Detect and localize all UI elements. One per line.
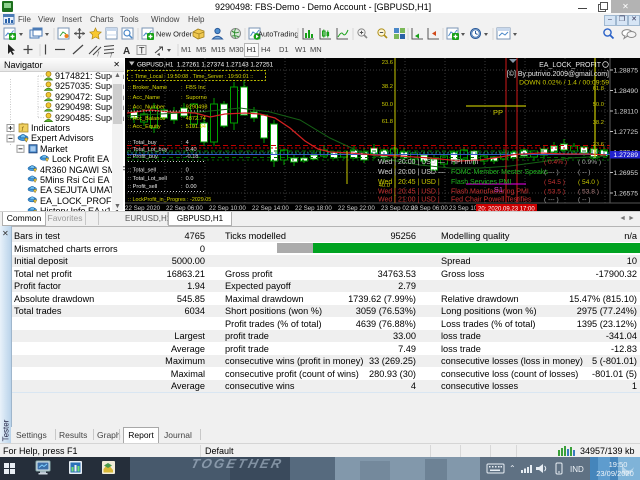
svg-text:40.0: 40.0 xyxy=(379,183,390,189)
svg-text:A: A xyxy=(123,46,130,57)
svg-text:: 4: : 4 xyxy=(181,140,189,146)
svg-text:( 0.9% ): ( 0.9% ) xyxy=(578,159,601,166)
svg-text:1.27289: 1.27289 xyxy=(613,152,638,159)
svg-text:PP: PP xyxy=(493,108,503,117)
svg-text::: Total_buy: :: Total_buy xyxy=(128,140,157,146)
svg-text:1.26955: 1.26955 xyxy=(613,170,638,177)
svg-text:Wed | 20:45 | USD |: Wed | 20:45 | USD | xyxy=(378,189,440,196)
svg-text:( --- ): ( --- ) xyxy=(544,197,559,204)
svg-text:23.6: 23.6 xyxy=(382,60,393,66)
svg-text:: FBS Inc: : FBS Inc xyxy=(181,85,206,91)
svg-text:1.28490: 1.28490 xyxy=(613,88,638,95)
svg-text:( 0.4% ): ( 0.4% ) xyxy=(544,159,567,166)
svg-text:Fed Chair Powell Testifies: Fed Chair Powell Testifies xyxy=(451,197,532,204)
svg-text:: 5101.94: : 5101.94 xyxy=(181,124,206,130)
svg-text:Flash Manufacturing PMI: Flash Manufacturing PMI xyxy=(451,189,529,196)
svg-text:FOMC Member Mester Speaks: FOMC Member Mester Speaks xyxy=(451,169,548,176)
svg-text::: Profit_buy: :: Profit_buy xyxy=(128,154,158,160)
svg-text::: Total_sell: :: Total_sell xyxy=(128,168,156,174)
svg-text:50.0: 50.0 xyxy=(593,102,604,108)
svg-text::: Total_Lot_sell: :: Total_Lot_sell xyxy=(128,176,167,182)
svg-text:23.6: 23.6 xyxy=(593,142,604,148)
svg-text:1.26575: 1.26575 xyxy=(613,191,638,198)
svg-text:⌃: ⌃ xyxy=(509,464,516,473)
svg-text:1.28875: 1.28875 xyxy=(613,68,638,75)
svg-text:19:50: 19:50 xyxy=(609,460,628,469)
svg-text:61.8: 61.8 xyxy=(382,119,393,125)
svg-text:38.2: 38.2 xyxy=(593,120,604,126)
svg-text:( 54.5 ): ( 54.5 ) xyxy=(544,179,565,186)
svg-text::: Acc_Balance: :: Acc_Balance xyxy=(128,116,165,122)
svg-text:( 54.0 ): ( 54.0 ) xyxy=(578,179,599,186)
svg-text:50.0: 50.0 xyxy=(382,102,393,108)
svg-text:: 0: : 0 xyxy=(181,168,189,174)
svg-text::: Broker_Name: :: Broker_Name xyxy=(128,85,167,91)
svg-text:ƒ: ƒ xyxy=(97,52,100,58)
svg-text::: Acc_Equity: :: Acc_Equity xyxy=(128,124,161,130)
svg-text:: 4872.74: : 4872.74 xyxy=(181,116,206,122)
svg-text::: Acc_Name: :: Acc_Name xyxy=(128,95,160,101)
svg-text:IND: IND xyxy=(570,465,584,474)
svg-text:: 0.40: : 0.40 xyxy=(181,147,197,153)
svg-text:( 53.5 ): ( 53.5 ) xyxy=(544,189,565,196)
svg-text:TOGETHER: TOGETHER xyxy=(190,457,286,471)
svg-text:S1: S1 xyxy=(494,185,503,194)
svg-text:( --- ): ( --- ) xyxy=(544,169,559,176)
svg-text:[©] By:putrivio.2009@gmail.com: [©] By:putrivio.2009@gmail.com] xyxy=(507,70,609,78)
svg-text:: -0.18: : -0.18 xyxy=(181,154,198,160)
svg-text::: Profit_sell: :: Profit_sell xyxy=(128,184,157,190)
svg-text:1.27725: 1.27725 xyxy=(613,129,638,136)
svg-text:38.2: 38.2 xyxy=(382,84,393,90)
svg-text:1.28110: 1.28110 xyxy=(614,109,638,116)
svg-text:New Order: New Order xyxy=(156,30,193,39)
svg-text:23/09/2020: 23/09/2020 xyxy=(596,469,634,478)
svg-text:AutoTrading: AutoTrading xyxy=(258,30,299,39)
svg-text:EA_LOCK_PROFIT: EA_LOCK_PROFIT xyxy=(539,62,602,69)
svg-text:( -- ): ( -- ) xyxy=(578,197,590,204)
svg-text:: Suporno: : Suporno xyxy=(181,95,207,101)
svg-text::: LockProfit_in_Progres : -20: :: LockProfit_in_Progres : -2029.05 xyxy=(128,197,211,203)
svg-text:: 9290498: : 9290498 xyxy=(181,105,207,111)
svg-text::: Acc_Number: :: Acc_Number xyxy=(128,105,165,111)
svg-text:Wed | 20:00 | USD —: Wed | 20:00 | USD — xyxy=(378,159,445,166)
svg-text::: Total_Lot_buy: :: Total_Lot_buy xyxy=(128,147,168,153)
svg-text:( -- ): ( -- ) xyxy=(578,169,590,176)
svg-text::: Time_Local : 19:50:08 . Tim: :: Time_Local : 19:50:08 . Time_Server :… xyxy=(131,74,254,80)
svg-text:Wed | 20:00 | USD —: Wed | 20:00 | USD — xyxy=(378,169,445,176)
svg-text:Wed | 21:00 | USD |: Wed | 21:00 | USD | xyxy=(378,197,440,204)
svg-text:HPI m/m: HPI m/m xyxy=(451,159,478,166)
svg-text:: 0.0: : 0.0 xyxy=(181,176,193,182)
svg-text:61.8: 61.8 xyxy=(593,86,604,92)
svg-text:T: T xyxy=(139,46,145,56)
svg-text:( 53.8 ): ( 53.8 ) xyxy=(578,189,599,196)
svg-text:GBPUSD,H1 1.27261 1.27374 1.2: GBPUSD,H1 1.27261 1.27374 1.27143 1.2725… xyxy=(137,62,274,69)
svg-text:: 0.00: : 0.00 xyxy=(181,184,197,190)
